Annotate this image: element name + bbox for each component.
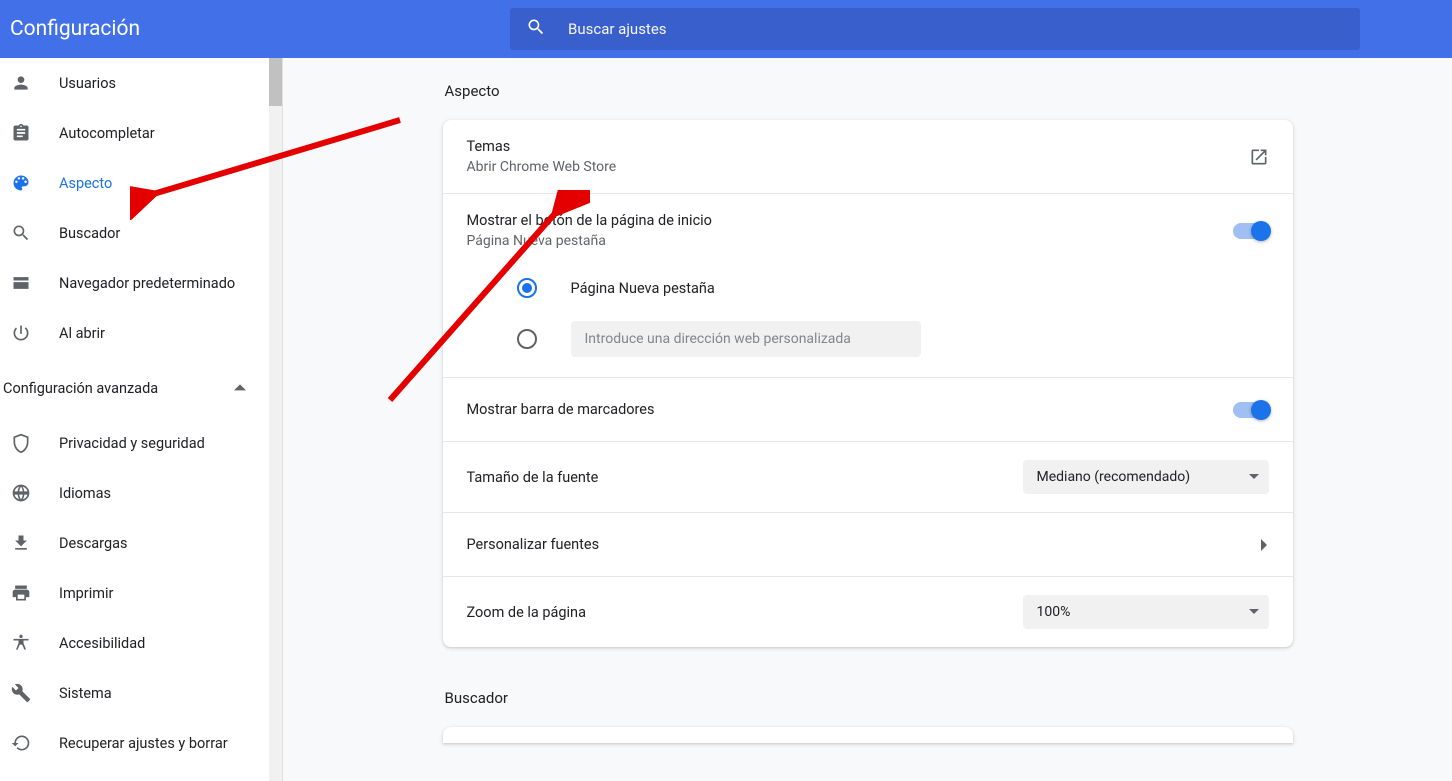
page-title: Configuración xyxy=(0,17,140,41)
themes-subtitle: Abrir Chrome Web Store xyxy=(467,159,1249,175)
sidebar-item-label: Buscador xyxy=(59,225,120,242)
sidebar-item-accessibility[interactable]: Accesibilidad xyxy=(0,618,270,668)
browser-icon xyxy=(9,271,33,295)
chevron-right-icon xyxy=(1259,539,1269,551)
section-title-search: Buscador xyxy=(443,689,1293,707)
sidebar-item-privacy[interactable]: Privacidad y seguridad xyxy=(0,418,270,468)
sidebar-item-label: Navegador predeterminado xyxy=(59,275,235,292)
sidebar-item-downloads[interactable]: Descargas xyxy=(0,518,270,568)
radio-icon xyxy=(517,329,537,349)
sidebar-item-label: Recuperar ajustes y borrar xyxy=(59,735,228,752)
open-external-icon[interactable] xyxy=(1249,147,1269,167)
font-size-select[interactable]: Mediano (recomendado) xyxy=(1023,460,1269,494)
sidebar-item-search[interactable]: Buscador xyxy=(0,208,270,258)
radio-new-tab[interactable]: Página Nueva pestaña xyxy=(443,263,1293,313)
sidebar-item-default-browser[interactable]: Navegador predeterminado xyxy=(0,258,270,308)
accessibility-icon xyxy=(9,631,33,655)
sidebar-advanced-toggle[interactable]: Configuración avanzada xyxy=(0,358,270,418)
clipboard-icon xyxy=(9,121,33,145)
home-button-subtitle: Página Nueva pestaña xyxy=(467,233,1233,249)
search-icon xyxy=(9,221,33,245)
font-size-value: Mediano (recomendado) xyxy=(1037,469,1249,485)
appearance-card: Temas Abrir Chrome Web Store Mostrar el … xyxy=(443,120,1293,647)
home-button-toggle[interactable] xyxy=(1233,223,1269,239)
advanced-label: Configuración avanzada xyxy=(3,380,158,397)
custom-url-input[interactable] xyxy=(571,321,921,357)
row-home-button: Mostrar el botón de la página de inicio … xyxy=(443,194,1293,378)
sidebar-scrollbar[interactable] xyxy=(269,58,282,781)
search-icon xyxy=(526,17,568,41)
sidebar: Usuarios Autocompletar Aspecto Buscador … xyxy=(0,58,283,781)
sidebar-item-label: Autocompletar xyxy=(59,125,155,142)
sidebar-item-users[interactable]: Usuarios xyxy=(0,58,270,108)
radio-new-tab-label: Página Nueva pestaña xyxy=(571,280,715,297)
sidebar-item-label: Privacidad y seguridad xyxy=(59,435,205,452)
power-icon xyxy=(9,321,33,345)
page-zoom-value: 100% xyxy=(1037,604,1249,620)
row-themes[interactable]: Temas Abrir Chrome Web Store xyxy=(443,120,1293,194)
globe-icon xyxy=(9,481,33,505)
home-button-title: Mostrar el botón de la página de inicio xyxy=(467,212,1233,229)
bookmarks-bar-label: Mostrar barra de marcadores xyxy=(467,401,1233,418)
section-appearance: Aspecto Temas Abrir Chrome Web Store Mos… xyxy=(443,82,1293,781)
page-zoom-select[interactable]: 100% xyxy=(1023,595,1269,629)
sidebar-item-autofill[interactable]: Autocompletar xyxy=(0,108,270,158)
main-content: Aspecto Temas Abrir Chrome Web Store Mos… xyxy=(283,58,1452,781)
wrench-icon xyxy=(9,681,33,705)
chevron-up-icon xyxy=(234,382,246,394)
row-bookmarks-bar: Mostrar barra de marcadores xyxy=(443,378,1293,442)
sidebar-item-label: Al abrir xyxy=(59,325,105,342)
sidebar-item-label: Usuarios xyxy=(59,75,116,92)
sidebar-item-system[interactable]: Sistema xyxy=(0,668,270,718)
sidebar-item-appearance[interactable]: Aspecto xyxy=(0,158,270,208)
radio-custom-url[interactable] xyxy=(443,313,1293,365)
sidebar-item-label: Sistema xyxy=(59,685,112,702)
print-icon xyxy=(9,581,33,605)
page-zoom-label: Zoom de la página xyxy=(467,604,1023,621)
person-icon xyxy=(9,71,33,95)
sidebar-item-label: Descargas xyxy=(59,535,127,552)
sidebar-item-on-startup[interactable]: Al abrir xyxy=(0,308,270,358)
font-size-label: Tamaño de la fuente xyxy=(467,469,1023,486)
sidebar-item-label: Accesibilidad xyxy=(59,635,145,652)
section-title: Aspecto xyxy=(443,82,1293,100)
sidebar-item-label: Imprimir xyxy=(59,585,113,602)
themes-title: Temas xyxy=(467,138,1249,155)
shield-icon xyxy=(9,431,33,455)
search-input[interactable] xyxy=(568,20,1344,38)
sidebar-item-reset[interactable]: Recuperar ajustes y borrar xyxy=(0,718,270,768)
chevron-down-icon xyxy=(1249,472,1259,482)
custom-fonts-label: Personalizar fuentes xyxy=(467,536,1259,553)
app-header: Configuración xyxy=(0,0,1452,58)
sidebar-item-languages[interactable]: Idiomas xyxy=(0,468,270,518)
palette-icon xyxy=(9,171,33,195)
row-font-size: Tamaño de la fuente Mediano (recomendado… xyxy=(443,442,1293,513)
chevron-down-icon xyxy=(1249,607,1259,617)
search-card xyxy=(443,727,1293,743)
radio-icon xyxy=(517,278,537,298)
bookmarks-bar-toggle[interactable] xyxy=(1233,402,1269,418)
sidebar-item-label: Aspecto xyxy=(59,175,112,192)
download-icon xyxy=(9,531,33,555)
sidebar-item-label: Idiomas xyxy=(59,485,111,502)
row-page-zoom: Zoom de la página 100% xyxy=(443,577,1293,647)
search-box[interactable] xyxy=(510,8,1360,50)
sidebar-item-print[interactable]: Imprimir xyxy=(0,568,270,618)
restore-icon xyxy=(9,731,33,755)
row-custom-fonts[interactable]: Personalizar fuentes xyxy=(443,513,1293,577)
